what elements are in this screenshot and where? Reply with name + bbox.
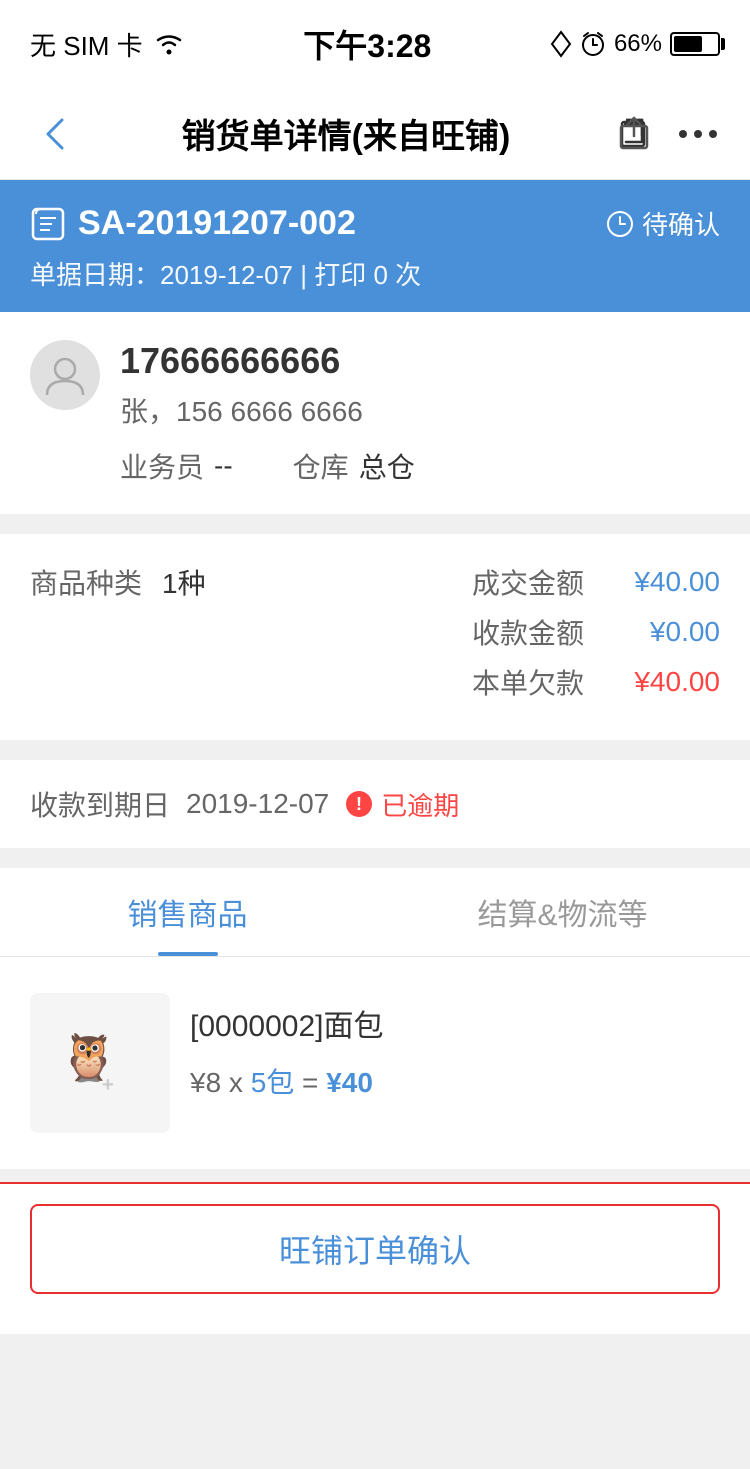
- more-button[interactable]: [676, 112, 720, 156]
- product-name: [0000002]面包: [190, 1001, 720, 1045]
- order-id-row: SA-20191207-002 待确认: [30, 204, 720, 243]
- product-quantity: 5包: [251, 1067, 295, 1098]
- warning-icon: !: [345, 790, 373, 818]
- warehouse-value: 总仓: [359, 446, 415, 486]
- product-types-value: 1种: [162, 562, 206, 602]
- back-button[interactable]: [30, 109, 80, 159]
- share-button[interactable]: [612, 112, 656, 156]
- tab-settlement[interactable]: 结算&物流等: [375, 868, 750, 956]
- confirm-button[interactable]: 旺铺订单确认: [30, 1204, 720, 1294]
- payment-amount-row: 收款金额 ¥0.00: [472, 612, 720, 652]
- order-id-text: SA-20191207-002: [78, 204, 356, 243]
- warehouse-label: 仓库: [293, 446, 349, 486]
- product-equals: =: [294, 1067, 326, 1098]
- tab-sales-label: 销售商品: [128, 890, 248, 934]
- order-id: SA-20191207-002: [30, 204, 356, 243]
- customer-info: 17666666666 张，156 6666 6666 业务员 -- 仓库 总仓: [120, 340, 720, 486]
- status-right: 66%: [550, 30, 720, 58]
- customer-section: 17666666666 张，156 6666 6666 业务员 -- 仓库 总仓: [0, 312, 750, 514]
- alarm-icon: [580, 31, 606, 57]
- order-date: 单据日期：2019-12-07 | 打印 0 次: [30, 255, 720, 292]
- tab-sales-products[interactable]: 销售商品: [0, 868, 375, 956]
- order-status-text: 待确认: [642, 205, 720, 242]
- order-header: SA-20191207-002 待确认 单据日期：2019-12-07 | 打印…: [0, 180, 750, 312]
- transaction-amount-row: 成交金额 ¥40.00: [472, 562, 720, 602]
- warehouse-item: 仓库 总仓: [293, 446, 415, 486]
- wifi-icon: [153, 32, 185, 56]
- salesperson-value: --: [214, 450, 233, 482]
- tabs-section: 销售商品 结算&物流等: [0, 868, 750, 957]
- transaction-amount-value: ¥40.00: [600, 566, 720, 598]
- product-types-label: 商品种类: [30, 562, 142, 602]
- overdue-badge: ! 已逾期: [345, 786, 459, 823]
- due-date-section: 收款到期日 2019-12-07 ! 已逾期: [0, 760, 750, 848]
- payment-amount-value: ¥0.00: [600, 616, 720, 648]
- product-thumbnail: 🦉 +: [30, 993, 170, 1133]
- balance-due-label: 本单欠款: [472, 662, 584, 702]
- avatar-icon: [43, 353, 87, 397]
- overdue-text: 已逾期: [381, 786, 459, 823]
- stats-left: 商品种类 1种: [30, 562, 206, 602]
- nav-bar: 销货单详情(来自旺铺): [0, 88, 750, 180]
- due-date-value: 2019-12-07: [186, 788, 329, 820]
- status-carrier: 无 SIM 卡: [30, 26, 185, 63]
- battery-percent: 66%: [614, 30, 662, 58]
- status-bar: 无 SIM 卡 下午3:28 66%: [0, 0, 750, 88]
- avatar: [30, 340, 100, 410]
- order-icon: [30, 206, 66, 242]
- product-list: 🦉 + [0000002]面包 ¥8 x 5包 = ¥40: [0, 957, 750, 1169]
- clock-icon: [606, 210, 634, 238]
- svg-text:!: !: [356, 794, 362, 814]
- balance-due-row: 本单欠款 ¥40.00: [472, 662, 720, 702]
- status-time: 下午3:28: [303, 21, 431, 67]
- order-status: 待确认: [606, 205, 720, 242]
- product-price: ¥8 x: [190, 1067, 251, 1098]
- customer-phone-number: 17666666666: [120, 340, 720, 382]
- payment-amount-label: 收款金额: [472, 612, 584, 652]
- bottom-bar: 旺铺订单确认: [0, 1182, 750, 1334]
- svg-text:+: +: [102, 1074, 114, 1096]
- customer-name-alt: 张，156 6666 6666: [120, 390, 720, 430]
- due-date-label: 收款到期日: [30, 784, 170, 824]
- carrier-text: 无 SIM 卡: [30, 26, 143, 63]
- tabs-row: 销售商品 结算&物流等: [0, 868, 750, 957]
- stats-section: 商品种类 1种 成交金额 ¥40.00 收款金额 ¥0.00 本单欠款 ¥40.…: [0, 534, 750, 740]
- nav-actions: [612, 112, 720, 156]
- salesperson-label: 业务员: [120, 446, 204, 486]
- stats-right: 成交金额 ¥40.00 收款金额 ¥0.00 本单欠款 ¥40.00: [472, 562, 720, 712]
- product-item: 🦉 + [0000002]面包 ¥8 x 5包 = ¥40: [30, 977, 720, 1149]
- location-icon: [550, 30, 572, 58]
- product-logo: 🦉 +: [50, 1023, 150, 1103]
- product-price-row: ¥8 x 5包 = ¥40: [190, 1061, 720, 1101]
- tab-settlement-label: 结算&物流等: [477, 890, 647, 934]
- balance-due-value: ¥40.00: [600, 666, 720, 698]
- battery-icon: [670, 32, 720, 56]
- customer-row: 17666666666 张，156 6666 6666 业务员 -- 仓库 总仓: [30, 340, 720, 486]
- customer-meta: 业务员 -- 仓库 总仓: [120, 446, 720, 486]
- product-total: ¥40: [326, 1067, 373, 1098]
- page-title: 销货单详情(来自旺铺): [182, 109, 511, 158]
- transaction-amount-label: 成交金额: [472, 562, 584, 602]
- salesperson-item: 业务员 --: [120, 446, 233, 486]
- product-details: [0000002]面包 ¥8 x 5包 = ¥40: [190, 993, 720, 1101]
